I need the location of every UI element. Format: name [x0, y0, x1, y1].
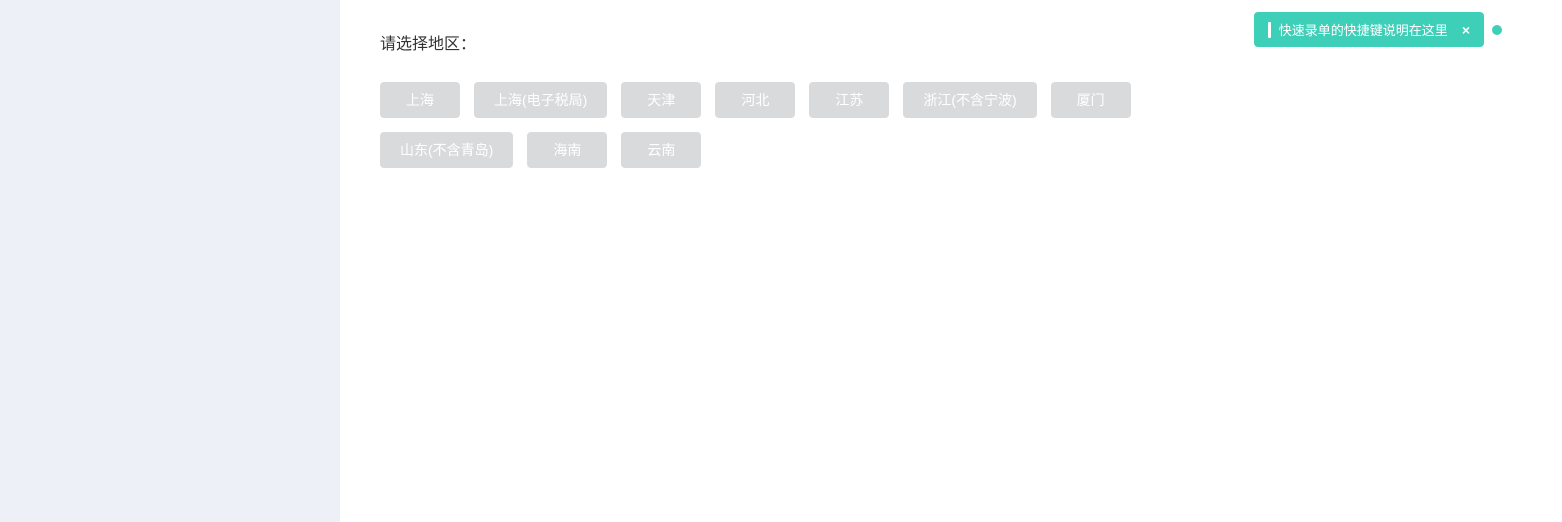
tooltip-container: 快速录单的快捷键说明在这里 ×: [1254, 12, 1502, 47]
left-sidebar: [0, 0, 340, 522]
region-btn-jiangsu[interactable]: 江苏: [809, 82, 889, 118]
region-btn-hebei[interactable]: 河北: [715, 82, 795, 118]
region-btn-shanghai[interactable]: 上海: [380, 82, 460, 118]
region-btn-hainan[interactable]: 海南: [527, 132, 607, 168]
region-row-1: 上海上海(电子税局) 天津河北江苏浙江(不含宁波) 厦门: [380, 82, 1522, 118]
region-btn-zhejiang[interactable]: 浙江(不含宁波): [903, 82, 1036, 118]
region-btn-shandong[interactable]: 山东(不含青岛): [380, 132, 513, 168]
bar-icon: [1268, 22, 1271, 38]
tooltip-text: 快速录单的快捷键说明在这里: [1279, 20, 1448, 39]
region-row-2: 山东(不含青岛) 海南云南: [380, 132, 1522, 168]
tooltip-close-button[interactable]: ×: [1462, 22, 1470, 38]
region-btn-yunnan[interactable]: 云南: [621, 132, 701, 168]
main-content: 请选择地区： 上海上海(电子税局)天津河北江苏浙江(不含宁波)厦门 山东(不含青…: [340, 0, 1562, 522]
tooltip-bubble: 快速录单的快捷键说明在这里 ×: [1254, 12, 1484, 47]
tooltip-dot: [1492, 25, 1502, 35]
region-btn-tianjin[interactable]: 天津: [621, 82, 701, 118]
region-btn-shanghai-etax[interactable]: 上海(电子税局): [474, 82, 607, 118]
region-btn-xiamen[interactable]: 厦门: [1051, 82, 1131, 118]
